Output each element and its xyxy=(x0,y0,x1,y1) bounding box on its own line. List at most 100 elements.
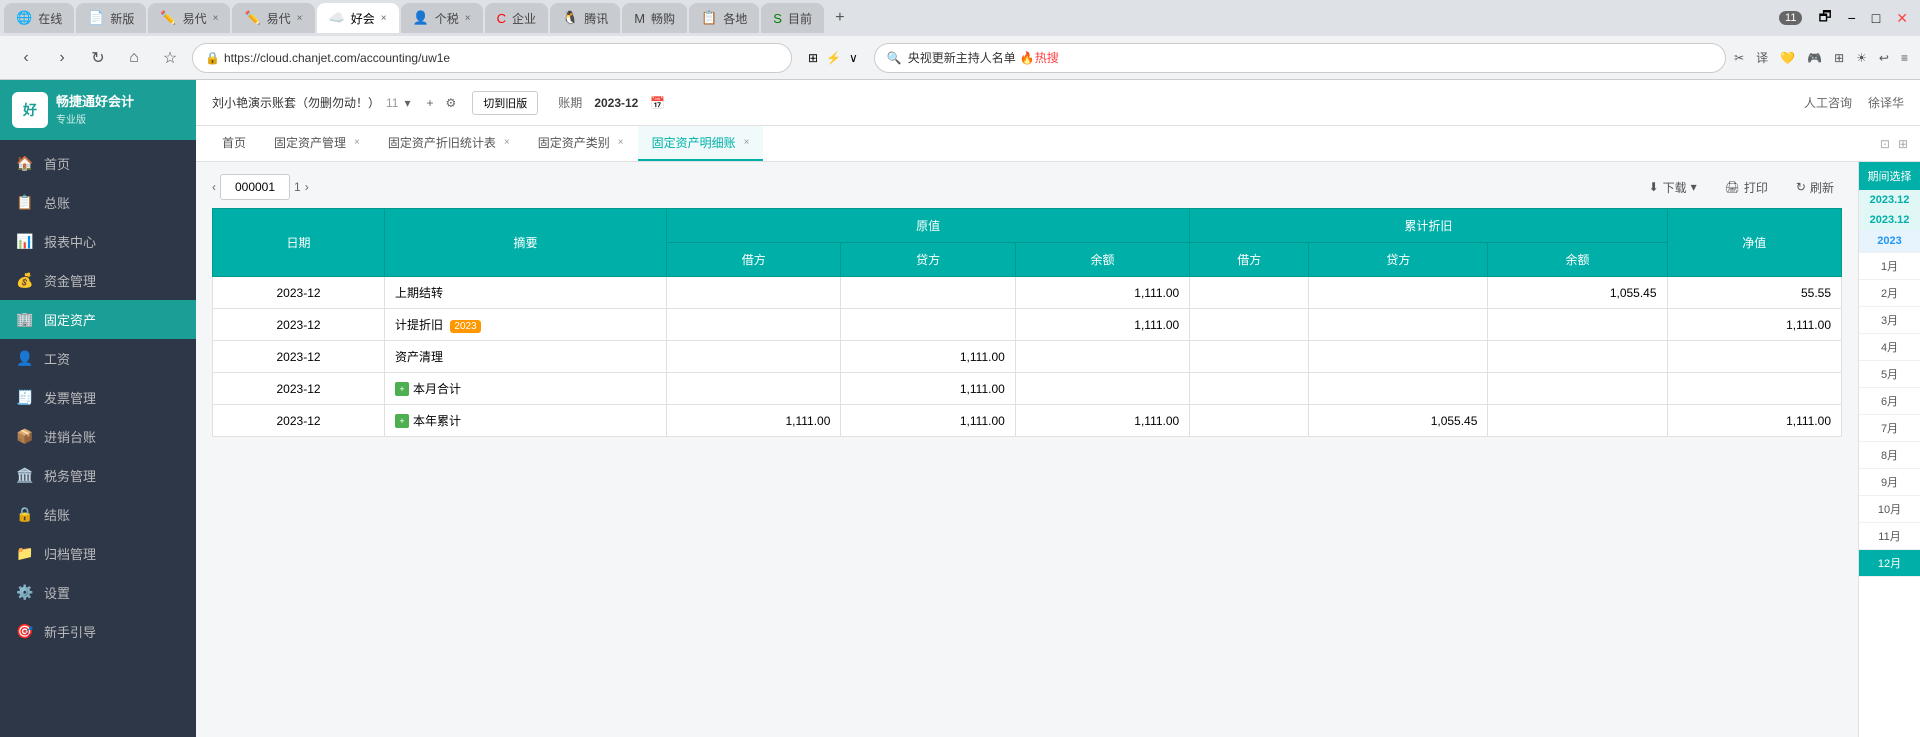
sidebar-item-guide[interactable]: 🎯 新手引导 xyxy=(0,612,196,651)
help-label[interactable]: 人工咨询 xyxy=(1804,94,1852,111)
sidebar: 好 畅捷通好会计 专业版 🏠 首页 📋 总账 📊 报表中心 💰 资金管理 xyxy=(0,80,196,737)
period-month-8月[interactable]: 8月 xyxy=(1859,442,1920,469)
tab-close-yidai1[interactable]: × xyxy=(213,13,219,24)
period-month-5月[interactable]: 5月 xyxy=(1859,361,1920,388)
menu-icon[interactable]: ≡ xyxy=(1901,51,1908,65)
tab-home[interactable]: 首页 xyxy=(208,126,260,161)
tab-label: 固定资产明细账 xyxy=(652,134,736,151)
tab-area-expand-icon[interactable]: ⊞ xyxy=(1898,137,1908,151)
sidebar-item-label: 固定资产 xyxy=(44,310,96,329)
refresh-button[interactable]: ↻ xyxy=(84,44,112,72)
game-icon[interactable]: 🎮 xyxy=(1807,51,1822,65)
period-month-10月[interactable]: 10月 xyxy=(1859,496,1920,523)
url-bar[interactable]: 🔒 https://cloud.chanjet.com/accounting/u… xyxy=(192,43,792,73)
close-window-icon[interactable]: ✕ xyxy=(1896,10,1908,27)
period-month-9月[interactable]: 9月 xyxy=(1859,469,1920,496)
sidebar-item-tax[interactable]: 🏛️ 税务管理 xyxy=(0,456,196,495)
back-button[interactable]: ‹ xyxy=(12,44,40,72)
browser-tab-online[interactable]: 🌐 在线 xyxy=(4,3,74,33)
restore-icon[interactable]: 🗗 xyxy=(1818,6,1831,30)
add-account-button[interactable]: + xyxy=(427,96,434,110)
switch-version-button[interactable]: 切到旧版 xyxy=(472,91,538,115)
sidebar-item-invoice[interactable]: 🧾 发票管理 xyxy=(0,378,196,417)
undo-icon[interactable]: ↩ xyxy=(1879,51,1889,65)
settings-small-icon[interactable]: ⚙ xyxy=(446,96,457,110)
sidebar-item-home[interactable]: 🏠 首页 xyxy=(0,144,196,183)
dropdown-icon[interactable]: ∨ xyxy=(849,51,858,65)
tab-close-yidai2[interactable]: × xyxy=(297,13,303,24)
tab-close-depreciation[interactable]: × xyxy=(504,137,510,148)
grid-icon[interactable]: ⊞ xyxy=(808,51,818,65)
period-month-12月[interactable]: 12月 xyxy=(1859,550,1920,577)
period-month-6月[interactable]: 6月 xyxy=(1859,388,1920,415)
browser-tab-tencent[interactable]: 🐧 腾讯 xyxy=(550,3,620,33)
sidebar-item-salary[interactable]: 👤 工资 xyxy=(0,339,196,378)
tab-depreciation-stats[interactable]: 固定资产折旧统计表 × xyxy=(374,126,524,161)
tab-fixed-assets-mgmt[interactable]: 固定资产管理 × xyxy=(260,126,374,161)
tab-close-tax[interactable]: × xyxy=(465,13,471,24)
new-tab-button[interactable]: + xyxy=(826,4,854,32)
browser-tab-enterprise[interactable]: C 企业 xyxy=(485,3,548,33)
cell-orig-credit: 1,111.00 xyxy=(841,373,1015,405)
period-month-3月[interactable]: 3月 xyxy=(1859,307,1920,334)
tab-area-minimize-icon[interactable]: ⊡ xyxy=(1880,137,1890,151)
wallet-icon[interactable]: 💛 xyxy=(1780,51,1795,65)
sidebar-item-funds[interactable]: 💰 资金管理 xyxy=(0,261,196,300)
refresh-button[interactable]: ↻ 刷新 xyxy=(1788,175,1842,200)
period-month-4月[interactable]: 4月 xyxy=(1859,334,1920,361)
search-bar[interactable]: 🔍 央视更新主持人名单 🔥热搜 xyxy=(874,43,1726,73)
account-dropdown-icon[interactable]: ▾ xyxy=(404,96,410,110)
tab-close-ledger[interactable]: × xyxy=(744,137,750,148)
period-month-1月[interactable]: 1月 xyxy=(1859,253,1920,280)
prev-page-button[interactable]: ‹ xyxy=(212,180,216,194)
tab-close-category[interactable]: × xyxy=(618,137,624,148)
browser-tab-gedi[interactable]: 📋 各地 xyxy=(689,3,759,33)
browser-tab-changou[interactable]: M 畅购 xyxy=(622,3,687,33)
download-button[interactable]: ⬇ 下载 ▾ xyxy=(1641,175,1705,200)
browser-tab-new[interactable]: 📄 新版 xyxy=(76,3,146,33)
next-page-button[interactable]: › xyxy=(305,180,309,194)
sidebar-item-archive[interactable]: 📁 归档管理 xyxy=(0,534,196,573)
user-name[interactable]: 徐译华 xyxy=(1868,94,1904,111)
period-month-11月[interactable]: 11月 xyxy=(1859,523,1920,550)
minimize-icon[interactable]: − xyxy=(1848,10,1856,26)
print-button[interactable]: 🖨 打印 xyxy=(1717,175,1776,200)
calendar-icon[interactable]: 📅 xyxy=(650,96,665,110)
browser-tab-tax[interactable]: 👤 个税 × xyxy=(401,3,483,33)
main-content: 刘小艳演示账套（勿删勿动！） 11 ▾ + ⚙ 切到旧版 账期 2023-12 … xyxy=(196,80,1920,737)
tab-home-label: 首页 xyxy=(222,134,246,151)
browser-tab-muqian[interactable]: S 目前 xyxy=(761,3,824,33)
sidebar-item-general-ledger[interactable]: 📋 总账 xyxy=(0,183,196,222)
sidebar-item-reports[interactable]: 📊 报表中心 xyxy=(0,222,196,261)
tab-close-active[interactable]: × xyxy=(381,13,387,24)
period-month-2月[interactable]: 2月 xyxy=(1859,280,1920,307)
cell-accum-credit xyxy=(1309,373,1488,405)
browser-tab-yidai2[interactable]: ✏️ 易代 × xyxy=(232,3,314,33)
sidebar-item-label: 总账 xyxy=(44,193,70,212)
cell-orig-debit xyxy=(667,309,841,341)
brightness-icon[interactable]: ☀ xyxy=(1856,51,1867,65)
layout-icon[interactable]: ⊞ xyxy=(1834,51,1844,65)
period-month-7月[interactable]: 7月 xyxy=(1859,415,1920,442)
sidebar-item-closing[interactable]: 🔒 结账 xyxy=(0,495,196,534)
tab-close-mgmt[interactable]: × xyxy=(354,137,360,148)
browser-tab-yidai1[interactable]: ✏️ 易代 × xyxy=(148,3,230,33)
lightning-icon[interactable]: ⚡ xyxy=(826,51,841,65)
cell-date: 2023-12 xyxy=(213,373,385,405)
tab-assets-category[interactable]: 固定资产类别 × xyxy=(524,126,638,161)
scissors-icon[interactable]: ✂ xyxy=(1734,51,1744,65)
download-dropdown-icon[interactable]: ▾ xyxy=(1691,180,1697,194)
home-button[interactable]: ⌂ xyxy=(120,44,148,72)
bookmark-button[interactable]: ☆ xyxy=(156,44,184,72)
maximize-icon[interactable]: □ xyxy=(1872,10,1880,26)
purchase-sale-icon: 📦 xyxy=(16,428,34,446)
tab-assets-ledger[interactable]: 固定资产明细账 × xyxy=(638,126,764,161)
forward-button[interactable]: › xyxy=(48,44,76,72)
sidebar-item-settings[interactable]: ⚙️ 设置 xyxy=(0,573,196,612)
sidebar-item-fixed-assets[interactable]: 🏢 固定资产 xyxy=(0,300,196,339)
translate-icon[interactable]: 译 xyxy=(1756,49,1768,66)
browser-tab-active[interactable]: ☁️ 好会 × xyxy=(317,3,399,33)
sidebar-item-purchase-sale[interactable]: 📦 进销台账 xyxy=(0,417,196,456)
page-number-input[interactable] xyxy=(220,174,290,200)
hot-search-badge: 🔥热搜 xyxy=(1020,49,1059,66)
